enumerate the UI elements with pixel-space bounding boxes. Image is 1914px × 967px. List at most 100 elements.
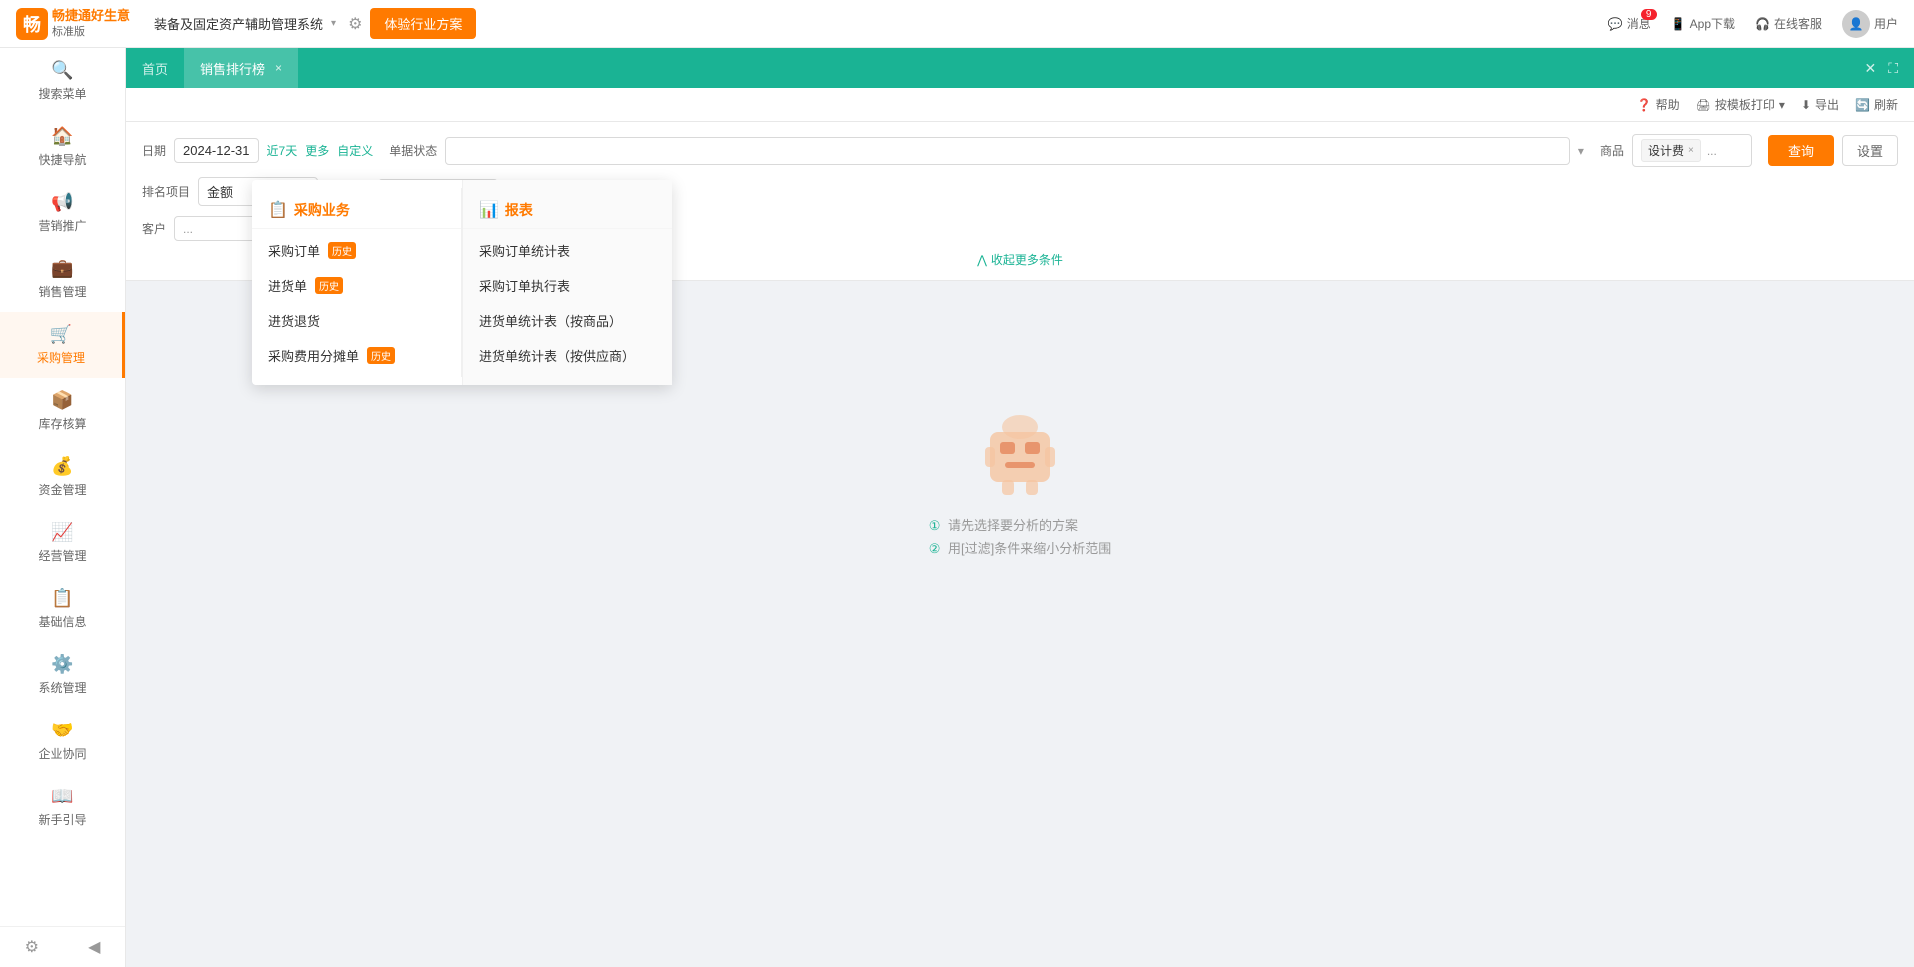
content-area: 首页 销售排行榜 × ✕ ⛶ ❓ 帮助 xyxy=(126,48,1914,967)
help-btn[interactable]: ❓ 帮助 xyxy=(1637,96,1680,113)
tab-fullscreen-icon[interactable]: ⛶ xyxy=(1888,60,1898,77)
date-range-input[interactable]: 2024-12-31 xyxy=(174,138,259,163)
goods-more: ... xyxy=(1707,144,1717,158)
tab-icons: ✕ ⛶ xyxy=(1864,60,1914,77)
sidebar-item-label: 快捷导航 xyxy=(38,151,86,168)
collapse-sidebar-btn[interactable]: ◀ xyxy=(88,937,100,957)
customer-more: ... xyxy=(183,222,193,236)
app-download-label: App下载 xyxy=(1690,15,1735,32)
goods-tag-text: 设计费 xyxy=(1648,142,1684,159)
user-area[interactable]: 👤 用户 xyxy=(1842,10,1898,38)
refresh-btn[interactable]: 🔄 刷新 xyxy=(1855,96,1898,113)
operation-icon: 📈 xyxy=(51,522,73,543)
rank-label: 排名项目 xyxy=(142,183,190,200)
sales-icon: 💼 xyxy=(51,258,73,279)
sidebar-item-collab[interactable]: 🤝 企业协同 xyxy=(0,708,125,774)
sidebar-item-label: 库存核算 xyxy=(38,415,86,432)
export-icon: ⬇ xyxy=(1801,98,1811,112)
menu-item-report-2[interactable]: 采购订单执行表 xyxy=(463,268,672,303)
section2-label: 报表 xyxy=(505,200,533,220)
tab-close-icon[interactable]: ✕ xyxy=(1864,60,1876,77)
tab-close-btn[interactable]: × xyxy=(275,61,282,75)
menu-item-stock-return[interactable]: 进货退货 xyxy=(252,303,461,338)
date-label: 日期 xyxy=(142,142,166,159)
setting-btn[interactable]: 设置 xyxy=(1842,135,1898,166)
tab-bar: 首页 销售排行榜 × ✕ ⛶ xyxy=(126,48,1914,88)
menu-item-report-1[interactable]: 采购订单统计表 xyxy=(463,233,672,268)
inventory-icon: 📦 xyxy=(51,390,73,411)
sidebar: 🔍 搜索菜单 🏠 快捷导航 📢 营销推广 💼 销售管理 🛒 采购管理 📦 xyxy=(0,48,126,967)
sidebar-item-label: 企业协同 xyxy=(38,745,86,762)
sidebar-item-system[interactable]: ⚙️ 系统管理 xyxy=(0,642,125,708)
empty-text: ① 请先选择要分析的方案 ② 用[过滤]条件来缩小分析范围 xyxy=(929,514,1112,561)
logo-area: 畅 畅捷通好生意 标准版 xyxy=(16,8,130,40)
section1-icon: 📋 xyxy=(268,200,288,220)
print-arrow: ▾ xyxy=(1779,98,1785,112)
sidebar-item-finance[interactable]: 💰 资金管理 xyxy=(0,444,125,510)
sidebar-item-label: 基础信息 xyxy=(38,613,86,630)
app-download-btn[interactable]: 📱 App下载 xyxy=(1671,15,1735,32)
industry-btn[interactable]: 体验行业方案 xyxy=(370,8,476,39)
goods-input[interactable]: 设计费 × ... xyxy=(1632,134,1752,167)
user-name: 用户 xyxy=(1874,15,1898,32)
menu-item-stock-in[interactable]: 进货单 历史 xyxy=(252,268,461,303)
sidebar-item-base[interactable]: 📋 基础信息 xyxy=(0,576,125,642)
section1-title: 📋 采购业务 xyxy=(252,192,461,229)
query-btn[interactable]: 查询 xyxy=(1768,135,1834,166)
menu-item-report-3[interactable]: 进货单统计表（按商品） xyxy=(463,303,672,338)
menu-item-purchase-cost[interactable]: 采购费用分摊单 历史 xyxy=(252,338,461,373)
message-btn[interactable]: 💬 消息 9 xyxy=(1608,15,1651,32)
export-label: 导出 xyxy=(1815,96,1839,113)
help-icon: ❓ xyxy=(1637,98,1652,112)
export-btn[interactable]: ⬇ 导出 xyxy=(1801,96,1839,113)
hint2-text: 用[过滤]条件来缩小分析范围 xyxy=(948,541,1111,556)
collapse-label: 收起更多条件 xyxy=(991,251,1063,268)
sidebar-item-operation[interactable]: 📈 经营管理 xyxy=(0,510,125,576)
goods-tag-close[interactable]: × xyxy=(1688,145,1694,156)
status-input[interactable] xyxy=(445,137,1570,165)
customer-label: 客户 xyxy=(142,220,166,237)
date-shortcut-custom[interactable]: 自定义 xyxy=(337,142,373,159)
rank-value: 金额 xyxy=(207,182,233,201)
system-title-arrow[interactable]: ▾ xyxy=(331,18,336,29)
top-bar-right: 💬 消息 9 📱 App下载 🎧 在线客服 👤 用户 xyxy=(1608,10,1898,38)
print-btn[interactable]: 🖨 按模板打印 ▾ xyxy=(1696,96,1785,113)
hint2-num: ② xyxy=(929,541,941,556)
settings-icon[interactable]: ⚙ xyxy=(348,14,362,34)
sidebar-item-marketing[interactable]: 📢 营销推广 xyxy=(0,180,125,246)
system-title: 装备及固定资产辅助管理系统 xyxy=(154,14,323,33)
date-shortcut-more[interactable]: 更多 xyxy=(305,142,329,159)
system-icon: ⚙️ xyxy=(51,654,73,675)
sidebar-item-label: 新手引导 xyxy=(38,811,86,828)
online-service-btn[interactable]: 🎧 在线客服 xyxy=(1755,15,1822,32)
sidebar-item-label: 采购管理 xyxy=(37,349,85,366)
user-avatar: 👤 xyxy=(1842,10,1870,38)
collapse-icon: ⋀ xyxy=(977,253,987,267)
sidebar-item-inventory[interactable]: 📦 库存核算 xyxy=(0,378,125,444)
menu-item-purchase-order[interactable]: 采购订单 历史 xyxy=(252,233,461,268)
sidebar-item-purchase[interactable]: 🛒 采购管理 xyxy=(0,312,125,378)
sidebar-item-search[interactable]: 🔍 搜索菜单 xyxy=(0,48,125,114)
menu-item-report-4[interactable]: 进货单统计表（按供应商） xyxy=(463,338,672,373)
status-label: 单据状态 xyxy=(389,142,437,159)
toolbar-area: ❓ 帮助 🖨 按模板打印 ▾ ⬇ 导出 🔄 刷新 xyxy=(126,88,1914,122)
main-layout: 🔍 搜索菜单 🏠 快捷导航 📢 营销推广 💼 销售管理 🛒 采购管理 📦 xyxy=(0,48,1914,967)
tab-sales-rank[interactable]: 销售排行榜 × xyxy=(184,48,298,88)
sidebar-item-nav[interactable]: 🏠 快捷导航 xyxy=(0,114,125,180)
settings-bottom-btn[interactable]: ⚙ xyxy=(25,937,39,957)
section1-label: 采购业务 xyxy=(294,200,350,220)
top-bar-left: 畅 畅捷通好生意 标准版 装备及固定资产辅助管理系统 ▾ ⚙ 体验行业方案 xyxy=(16,8,476,40)
online-service-label: 在线客服 xyxy=(1774,15,1822,32)
sidebar-item-sales[interactable]: 💼 销售管理 xyxy=(0,246,125,312)
tab-home[interactable]: 首页 xyxy=(126,48,184,88)
search-icon: 🔍 xyxy=(51,60,73,81)
collapse-btn[interactable]: ⋀ 收起更多条件 xyxy=(977,251,1063,268)
logo-main-text: 畅捷通好生意 xyxy=(52,8,130,25)
base-icon: 📋 xyxy=(51,588,73,609)
section2-title: 📊 报表 xyxy=(463,192,672,229)
sidebar-bottom: ⚙ ◀ xyxy=(0,926,125,967)
date-shortcut-7days[interactable]: 近7天 xyxy=(267,142,298,159)
logo-icon: 畅 xyxy=(16,8,48,40)
hint1-text: 请先选择要分析的方案 xyxy=(948,518,1078,533)
sidebar-item-guide[interactable]: 📖 新手引导 xyxy=(0,774,125,840)
